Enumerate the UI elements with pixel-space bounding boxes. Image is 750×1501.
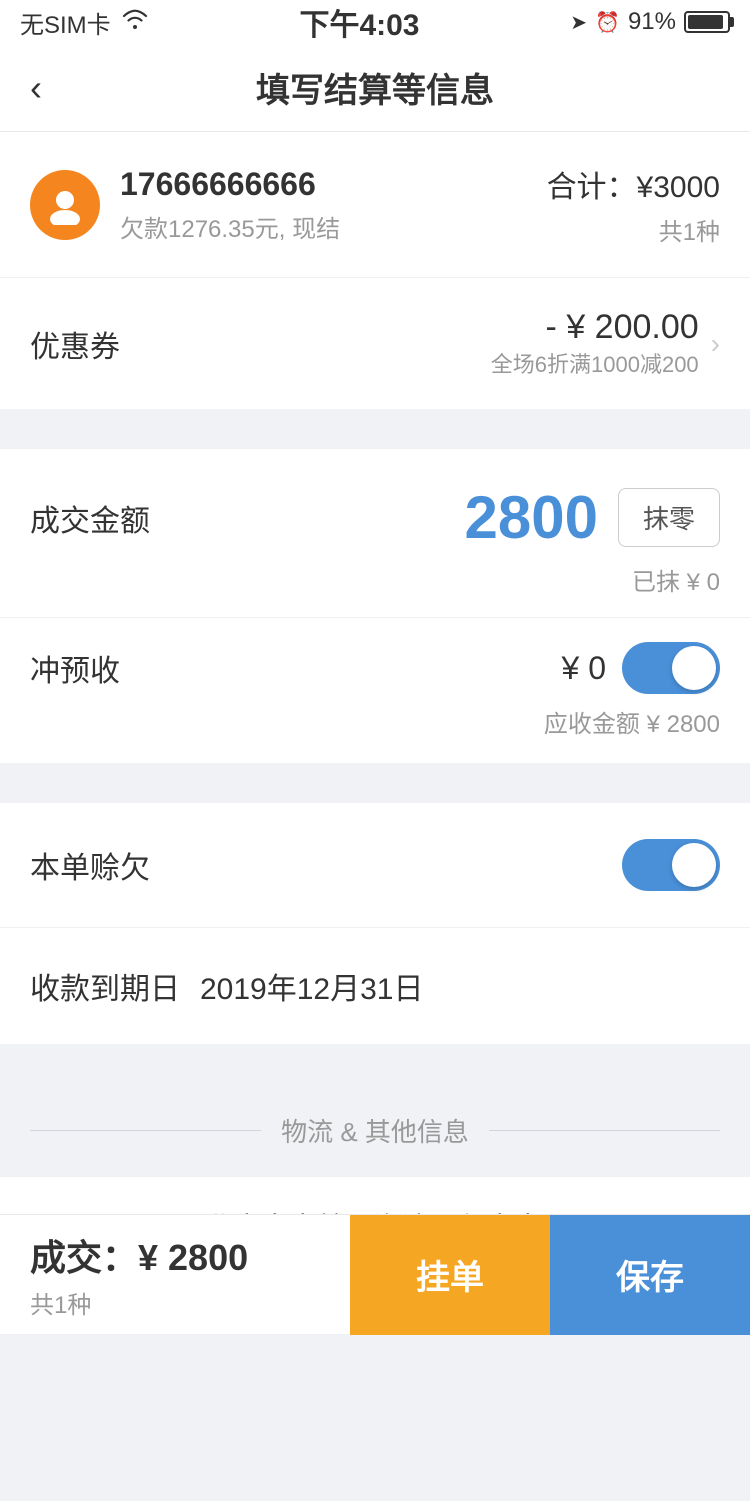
customer-right: 合计：¥3000 共1种 xyxy=(547,162,720,247)
transaction-card: 成交金额 2800 抹零 已抹 ¥ 0 冲预收 ¥ 0 应收金额 ¥ 2800 xyxy=(0,449,750,763)
alarm-icon: ⏰ xyxy=(595,10,620,35)
logistics-label: 物流 & 其他信息 xyxy=(281,1112,469,1149)
save-button[interactable]: 保存 xyxy=(550,1215,750,1335)
battery-icon xyxy=(684,11,730,33)
section-divider-3 xyxy=(0,1064,750,1084)
wifi-icon xyxy=(121,8,149,37)
due-value: 2019年12月31日 xyxy=(200,964,423,1008)
amount-value[interactable]: 2800 xyxy=(465,483,598,552)
nav-bar: ‹ 填写结算等信息 xyxy=(0,44,750,132)
battery-percent: 91% xyxy=(628,8,676,36)
status-left: 无SIM卡 xyxy=(20,5,149,40)
toggle-knob xyxy=(672,646,716,690)
coupon-row[interactable]: 优惠券 - ¥ 200.00 全场6折满1000减200 › xyxy=(0,277,750,409)
footer-deal: 成交：¥ 2800 xyxy=(30,1229,320,1281)
divider-line-right xyxy=(489,1130,720,1131)
prepay-toggle[interactable] xyxy=(622,642,720,694)
debit-card: 本单赊欠 收款到期日 2019年12月31日 xyxy=(0,803,750,1044)
pending-button[interactable]: 挂单 xyxy=(350,1215,550,1335)
coupon-label: 优惠券 xyxy=(30,322,120,366)
prepay-sub: 应收金额 ¥ 2800 xyxy=(0,704,750,763)
debit-label: 本单赊欠 xyxy=(30,843,150,887)
location-icon: ➤ xyxy=(570,10,587,35)
debit-row: 本单赊欠 xyxy=(0,803,750,927)
divider-line-left xyxy=(30,1130,261,1131)
footer-info: 成交：¥ 2800 共1种 xyxy=(0,1229,350,1320)
amount-label: 成交金额 xyxy=(30,496,150,540)
amount-sub: 已抹 ¥ 0 xyxy=(0,562,750,617)
section-divider-2 xyxy=(0,783,750,803)
logistics-divider: 物流 & 其他信息 xyxy=(0,1084,750,1177)
customer-count: 共1种 xyxy=(547,212,720,247)
footer-count: 共1种 xyxy=(30,1285,320,1320)
footer-deal-amount: ¥ 2800 xyxy=(138,1237,248,1278)
prepay-right: ¥ 0 xyxy=(562,642,720,694)
debit-toggle-knob xyxy=(672,843,716,887)
customer-left: 17666666666 欠款1276.35元, 现结 xyxy=(30,166,340,244)
coupon-desc: 全场6折满1000减200 xyxy=(491,347,699,379)
back-button[interactable]: ‹ xyxy=(30,67,42,109)
customer-card: 17666666666 欠款1276.35元, 现结 合计：¥3000 共1种 … xyxy=(0,132,750,409)
bottom-spacer xyxy=(0,1341,750,1501)
due-row: 收款到期日 2019年12月31日 xyxy=(0,927,750,1044)
customer-row: 17666666666 欠款1276.35元, 现结 合计：¥3000 共1种 xyxy=(0,132,750,277)
round-button[interactable]: 抹零 xyxy=(618,488,720,547)
prepay-row: 冲预收 ¥ 0 xyxy=(0,617,750,704)
customer-phone: 17666666666 xyxy=(120,166,340,203)
coupon-right: - ¥ 200.00 全场6折满1000减200 › xyxy=(491,308,720,379)
status-bar: 无SIM卡 下午4:03 ➤ ⏰ 91% xyxy=(0,0,750,44)
avatar xyxy=(30,170,100,240)
amount-right: 2800 抹零 xyxy=(465,483,721,552)
chevron-right-icon: › xyxy=(711,328,720,360)
footer-deal-label: 成交： xyxy=(30,1237,138,1278)
customer-sub: 欠款1276.35元, 现结 xyxy=(120,209,340,244)
prepay-label: 冲预收 xyxy=(30,646,120,690)
amount-row: 成交金额 2800 抹零 xyxy=(0,449,750,562)
status-time: 下午4:03 xyxy=(299,0,419,44)
section-divider-1 xyxy=(0,429,750,449)
status-right: ➤ ⏰ 91% xyxy=(570,8,730,36)
coupon-amount: - ¥ 200.00 xyxy=(491,308,699,347)
due-label: 收款到期日 xyxy=(30,964,180,1008)
customer-info: 17666666666 欠款1276.35元, 现结 xyxy=(120,166,340,244)
footer: 成交：¥ 2800 共1种 挂单 保存 xyxy=(0,1214,750,1334)
page-title: 填写结算等信息 xyxy=(256,63,494,112)
customer-total: 合计：¥3000 xyxy=(547,162,720,206)
debit-toggle[interactable] xyxy=(622,839,720,891)
carrier-label: 无SIM卡 xyxy=(20,5,111,40)
prepay-amount: ¥ 0 xyxy=(562,650,606,687)
